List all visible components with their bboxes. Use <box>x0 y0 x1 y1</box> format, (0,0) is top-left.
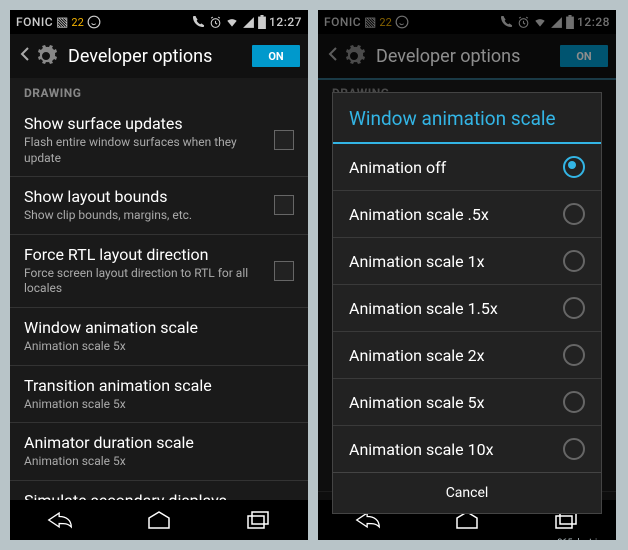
option-label: Animation scale 1x <box>349 252 485 271</box>
list-item[interactable]: Force RTL layout direction Force screen l… <box>10 235 308 308</box>
radio-icon[interactable] <box>563 250 585 272</box>
header: Developer options ON <box>318 34 616 80</box>
list-item[interactable]: Show surface updates Flash entire window … <box>10 104 308 177</box>
dialog-option[interactable]: Animation scale 2x <box>333 332 601 379</box>
phone-right: FONIC ▧ 22 12:28 Developer options ON <box>318 10 616 540</box>
status-bar: FONIC ▧ 22 <box>10 10 308 34</box>
item-title: Show layout bounds <box>24 187 264 206</box>
item-subtitle: Animation scale 5x <box>24 397 294 413</box>
item-subtitle: Flash entire window surfaces when they u… <box>24 135 264 166</box>
phone-left: FONIC ▧ 22 <box>10 10 308 540</box>
back-icon[interactable] <box>326 46 338 66</box>
back-button[interactable] <box>40 505 80 535</box>
checkbox[interactable] <box>274 261 294 281</box>
list-item[interactable]: Transition animation scale Animation scal… <box>10 366 308 424</box>
dialog-option[interactable]: Animation scale 1x <box>333 238 601 285</box>
radio-icon[interactable] <box>563 156 585 178</box>
item-subtitle: Animation scale 5x <box>24 454 294 470</box>
page-title: Developer options <box>68 46 252 67</box>
radio-icon[interactable] <box>563 344 585 366</box>
image-icon: ▧ <box>56 15 68 30</box>
checkbox[interactable] <box>274 195 294 215</box>
settings-list[interactable]: DRAWING Show surface updates Flash entire… <box>10 78 308 500</box>
back-icon[interactable] <box>18 46 30 66</box>
option-label: Animation scale .5x <box>349 205 489 224</box>
item-title: Simulate secondary displays <box>24 491 294 500</box>
dialog-title: Window animation scale <box>333 93 601 144</box>
cancel-button[interactable]: Cancel <box>333 472 601 513</box>
carrier-label: FONIC <box>16 15 53 29</box>
home-button[interactable] <box>139 505 179 535</box>
dialog-option[interactable]: Animation scale .5x <box>333 191 601 238</box>
temp-icon: 22 <box>379 16 391 29</box>
item-subtitle: Force screen layout direction to RTL for… <box>24 266 264 297</box>
dialog-option[interactable]: Animation off <box>333 144 601 191</box>
recents-button[interactable] <box>238 505 278 535</box>
option-label: Animation scale 2x <box>349 346 485 365</box>
item-title: Animator duration scale <box>24 433 294 452</box>
animation-scale-dialog: Window animation scale Animation off Anim… <box>332 92 602 514</box>
page-title: Developer options <box>376 46 560 67</box>
radio-icon[interactable] <box>563 297 585 319</box>
list-item[interactable]: Window animation scale Animation scale 5x <box>10 308 308 366</box>
item-title: Show surface updates <box>24 114 264 133</box>
radio-icon[interactable] <box>563 203 585 225</box>
section-drawing: DRAWING <box>10 78 308 104</box>
image-icon: ▧ <box>364 15 376 30</box>
dialog-option[interactable]: Animation scale 5x <box>333 379 601 426</box>
wifi-icon <box>225 15 239 29</box>
time-label: 12:27 <box>269 15 302 29</box>
signal-icon <box>242 16 255 29</box>
list-item[interactable]: Show layout bounds Show clip bounds, marg… <box>10 177 308 235</box>
item-subtitle: Animation scale 5x <box>24 339 294 355</box>
nav-bar <box>10 500 308 540</box>
gear-icon[interactable] <box>340 42 368 70</box>
item-subtitle: Show clip bounds, margins, etc. <box>24 208 264 224</box>
radio-icon[interactable] <box>563 438 585 460</box>
list-item[interactable]: Simulate secondary displaysNone <box>10 481 308 500</box>
temp-icon: 22 <box>71 16 83 29</box>
carrier-label: FONIC <box>324 15 361 29</box>
alarm-icon <box>517 16 530 29</box>
phone-icon <box>501 16 514 29</box>
item-title: Force RTL layout direction <box>24 245 264 264</box>
option-label: Animation scale 10x <box>349 440 494 459</box>
radio-icon[interactable] <box>563 391 585 413</box>
dialog-option[interactable]: Animation scale 10x <box>333 426 601 472</box>
dialog-option[interactable]: Animation scale 1.5x <box>333 285 601 332</box>
alarm-icon <box>209 16 222 29</box>
wifi-icon <box>533 15 547 29</box>
time-label: 12:28 <box>577 15 610 29</box>
option-label: Animation off <box>349 158 446 177</box>
option-label: Animation scale 5x <box>349 393 485 412</box>
whatsapp-icon <box>395 15 409 29</box>
battery-icon <box>566 15 574 29</box>
battery-icon <box>258 15 266 29</box>
checkbox[interactable] <box>274 130 294 150</box>
whatsapp-icon <box>87 15 101 29</box>
phone-icon <box>193 16 206 29</box>
list-item[interactable]: Animator duration scale Animation scale 5… <box>10 423 308 481</box>
watermark: 365electric.com <box>557 538 622 548</box>
option-label: Animation scale 1.5x <box>349 299 498 318</box>
header: Developer options ON <box>10 34 308 80</box>
status-bar: FONIC ▧ 22 12:28 <box>318 10 616 34</box>
signal-icon <box>550 16 563 29</box>
item-title: Transition animation scale <box>24 376 294 395</box>
master-toggle[interactable]: ON <box>252 45 300 67</box>
item-title: Window animation scale <box>24 318 294 337</box>
master-toggle[interactable]: ON <box>560 45 608 67</box>
gear-icon[interactable] <box>32 42 60 70</box>
